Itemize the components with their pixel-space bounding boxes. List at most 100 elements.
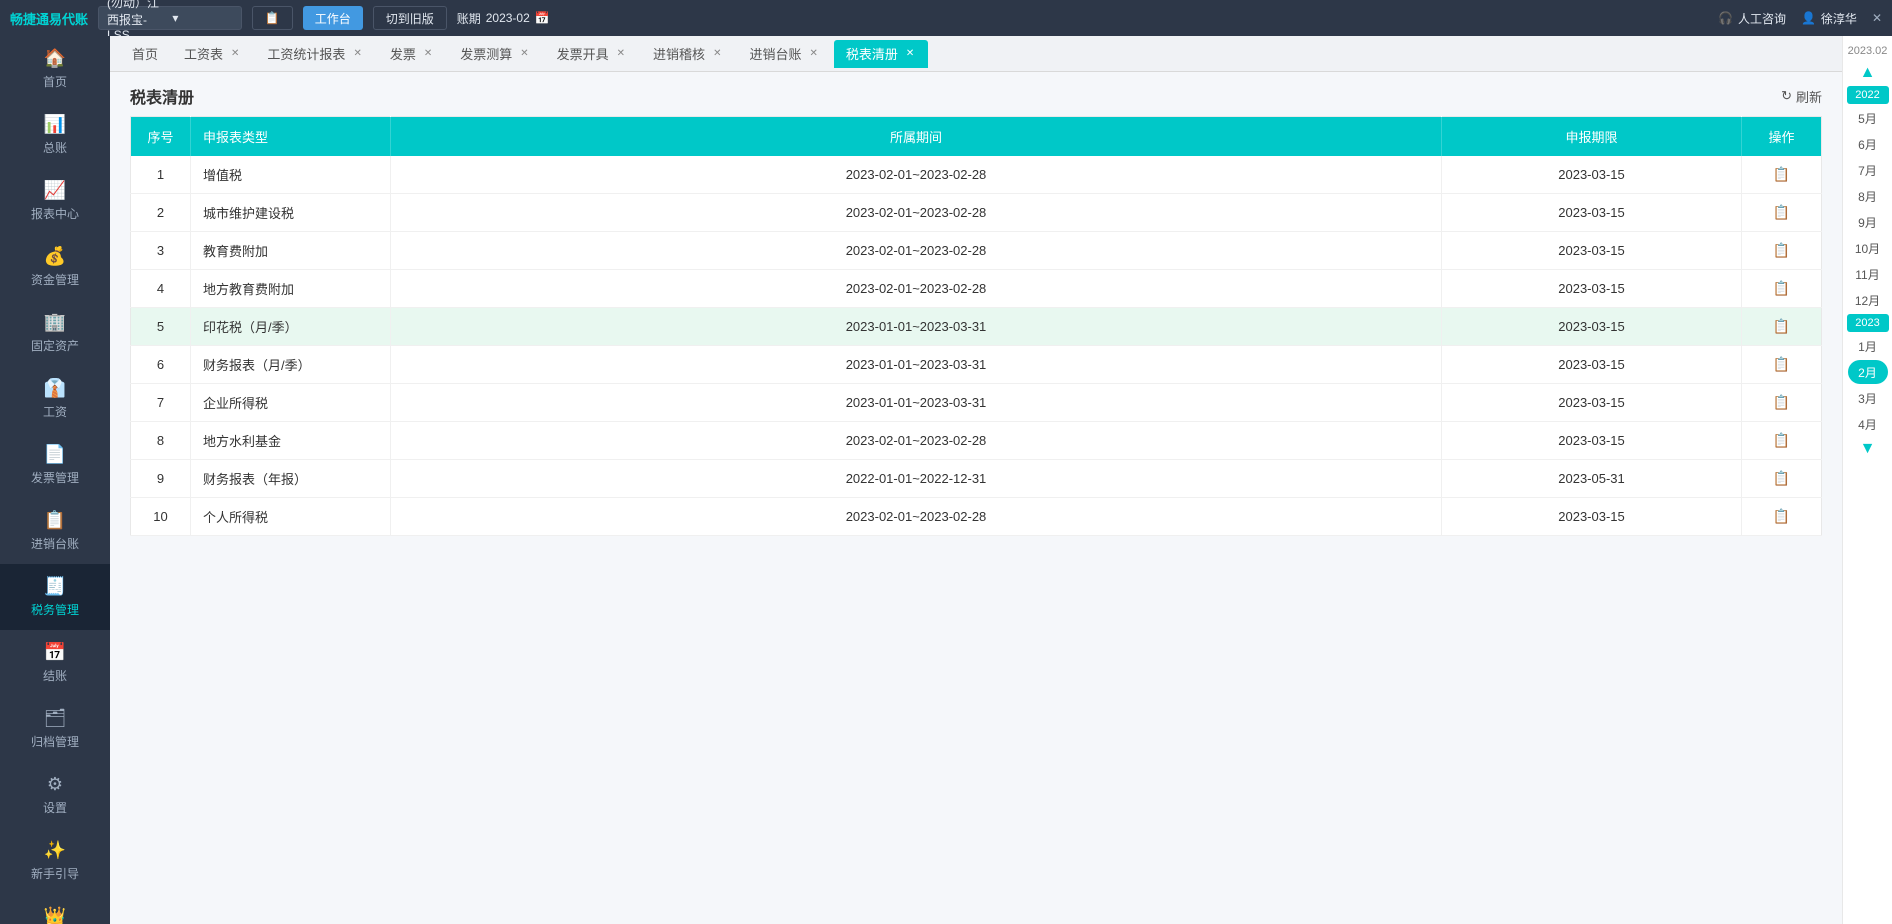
- sidebar-item-close[interactable]: 📅 结账: [0, 630, 110, 696]
- tab-salary-report[interactable]: 工资统计报表 ✕: [255, 40, 375, 68]
- cell-action: 📋: [1742, 156, 1822, 194]
- sidebar-item-asset[interactable]: 🏢 固定资产: [0, 300, 110, 366]
- sidebar-item-report[interactable]: 📈 报表中心: [0, 168, 110, 234]
- tab-tax-list[interactable]: 税表清册 ✕: [834, 40, 928, 68]
- guide-icon: ✨: [44, 840, 66, 861]
- cell-action: 📋: [1742, 498, 1822, 536]
- sidebar-item-invoice[interactable]: 📄 发票管理: [0, 432, 110, 498]
- cell-type: 企业所得税: [191, 384, 391, 422]
- cell-action: 📋: [1742, 460, 1822, 498]
- action-view-icon[interactable]: 📋: [1773, 318, 1790, 334]
- sidebar-item-salary[interactable]: 👔 工资: [0, 366, 110, 432]
- close-window-icon[interactable]: ✕: [1872, 11, 1882, 25]
- table-row: 4 地方教育费附加 2023-02-01~2023-02-28 2023-03-…: [131, 270, 1822, 308]
- month-2022-8[interactable]: 8月: [1848, 184, 1888, 208]
- month-2022-12[interactable]: 12月: [1848, 288, 1888, 312]
- sidebar-item-member[interactable]: 👑 畅会员: [0, 894, 110, 924]
- action-view-icon[interactable]: 📋: [1773, 394, 1790, 410]
- col-header-period: 所属期间: [391, 117, 1442, 157]
- header-right: 🎧 人工咨询 👤 徐淳华 ✕: [1718, 10, 1882, 27]
- tab-tax-list-close[interactable]: ✕: [904, 47, 916, 60]
- sidebar-label-close: 结账: [43, 667, 67, 684]
- asset-icon: 🏢: [44, 312, 66, 333]
- sidebar-item-fund[interactable]: 💰 资金管理: [0, 234, 110, 300]
- switch-old-button[interactable]: 切到旧版: [373, 6, 447, 30]
- month-2023-2[interactable]: 2月: [1848, 360, 1888, 384]
- cell-period: 2022-01-01~2022-12-31: [391, 460, 1442, 498]
- month-2022-7[interactable]: 7月: [1848, 158, 1888, 182]
- month-2022-9[interactable]: 9月: [1848, 210, 1888, 234]
- sidebar-item-sales[interactable]: 📋 进销台账: [0, 498, 110, 564]
- action-view-icon[interactable]: 📋: [1773, 204, 1790, 220]
- cell-type: 地方水利基金: [191, 422, 391, 460]
- tab-sales-ledger-close[interactable]: ✕: [807, 47, 819, 60]
- report-icon: 📈: [44, 180, 66, 201]
- table-row: 7 企业所得税 2023-01-01~2023-03-31 2023-03-15…: [131, 384, 1822, 422]
- action-view-icon[interactable]: 📋: [1773, 166, 1790, 182]
- cell-action: 📋: [1742, 232, 1822, 270]
- tab-invoice-calc-close[interactable]: ✕: [518, 47, 530, 60]
- sidebar-item-ledger[interactable]: 📊 总账: [0, 102, 110, 168]
- action-view-icon[interactable]: 📋: [1773, 508, 1790, 524]
- table-row: 1 增值税 2023-02-01~2023-02-28 2023-03-15 📋: [131, 156, 1822, 194]
- action-view-icon[interactable]: 📋: [1773, 242, 1790, 258]
- tab-salary-table-close[interactable]: ✕: [229, 47, 241, 60]
- sidebar-item-tax[interactable]: 🧾 税务管理: [0, 564, 110, 630]
- refresh-label: 刷新: [1796, 87, 1822, 106]
- month-2022-5[interactable]: 5月: [1848, 106, 1888, 130]
- cell-deadline: 2023-03-15: [1442, 232, 1742, 270]
- action-view-icon[interactable]: 📋: [1773, 432, 1790, 448]
- table-row: 8 地方水利基金 2023-02-01~2023-02-28 2023-03-1…: [131, 422, 1822, 460]
- table-container: 序号 申报表类型 所属期间 申报期限 操作 1 增值税 2023-02-01~2…: [110, 116, 1842, 924]
- tab-salary-report-close[interactable]: ✕: [351, 47, 363, 60]
- month-2023-4[interactable]: 4月: [1848, 412, 1888, 436]
- action-view-icon[interactable]: 📋: [1773, 356, 1790, 372]
- user-menu[interactable]: 👤 徐淳华: [1801, 10, 1857, 27]
- sidebar-item-guide[interactable]: ✨ 新手引导: [0, 828, 110, 894]
- cell-deadline: 2023-03-15: [1442, 194, 1742, 232]
- tab-home-label: 首页: [132, 44, 158, 63]
- tab-purchase-check[interactable]: 进销稽核 ✕: [641, 40, 735, 68]
- cell-seq: 9: [131, 460, 191, 498]
- tab-invoice-close[interactable]: ✕: [422, 47, 434, 60]
- panel-nav-down[interactable]: ▼: [1857, 437, 1879, 461]
- sidebar-item-home[interactable]: 🏠 首页: [0, 36, 110, 102]
- settings-icon: ⚙: [47, 774, 63, 795]
- tab-salary-table[interactable]: 工资表 ✕: [172, 40, 253, 68]
- cell-seq: 6: [131, 346, 191, 384]
- tab-invoice-calc[interactable]: 发票测算 ✕: [448, 40, 542, 68]
- username: 徐淳华: [1821, 10, 1857, 27]
- refresh-button[interactable]: ↻ 刷新: [1781, 87, 1822, 106]
- cell-deadline: 2023-03-15: [1442, 156, 1742, 194]
- sidebar-item-archive[interactable]: 🗂 归档管理: [0, 696, 110, 762]
- top-header: 畅捷通易代账 (勿动）江西报宝-LSS ▾ 📋 工作台 切到旧版 账期 2023…: [0, 0, 1892, 36]
- action-view-icon[interactable]: 📋: [1773, 280, 1790, 296]
- sidebar-item-settings[interactable]: ⚙ 设置: [0, 762, 110, 828]
- month-2022-11[interactable]: 11月: [1848, 262, 1888, 286]
- tab-invoice-open-close[interactable]: ✕: [615, 47, 627, 60]
- tab-home[interactable]: 首页: [120, 40, 170, 68]
- cell-period: 2023-02-01~2023-02-28: [391, 498, 1442, 536]
- month-2022-6[interactable]: 6月: [1848, 132, 1888, 156]
- tab-sales-ledger[interactable]: 进销台账 ✕: [737, 40, 831, 68]
- company-selector[interactable]: (勿动）江西报宝-LSS ▾: [98, 6, 242, 30]
- headset-icon: 🎧: [1718, 11, 1733, 25]
- month-2023-3[interactable]: 3月: [1848, 386, 1888, 410]
- table-body: 1 增值税 2023-02-01~2023-02-28 2023-03-15 📋…: [131, 156, 1822, 536]
- ai-consult[interactable]: 🎧 人工咨询: [1718, 10, 1786, 27]
- month-2023-1[interactable]: 1月: [1848, 334, 1888, 358]
- tab-invoice-open[interactable]: 发票开具 ✕: [545, 40, 639, 68]
- tab-purchase-check-close[interactable]: ✕: [711, 47, 723, 60]
- sidebar-label-asset: 固定资产: [31, 337, 79, 354]
- tax-icon: 🧾: [44, 576, 66, 597]
- action-view-icon[interactable]: 📋: [1773, 470, 1790, 486]
- workbench-button[interactable]: 工作台: [303, 6, 363, 30]
- period-display: 账期 2023-02 📅: [457, 10, 550, 27]
- cell-seq: 4: [131, 270, 191, 308]
- sidebar-label-report: 报表中心: [31, 205, 79, 222]
- cell-type: 增值税: [191, 156, 391, 194]
- month-2022-10[interactable]: 10月: [1848, 236, 1888, 260]
- panel-nav-up[interactable]: ▲: [1857, 61, 1879, 85]
- tab-invoice[interactable]: 发票 ✕: [378, 40, 446, 68]
- cell-deadline: 2023-03-15: [1442, 498, 1742, 536]
